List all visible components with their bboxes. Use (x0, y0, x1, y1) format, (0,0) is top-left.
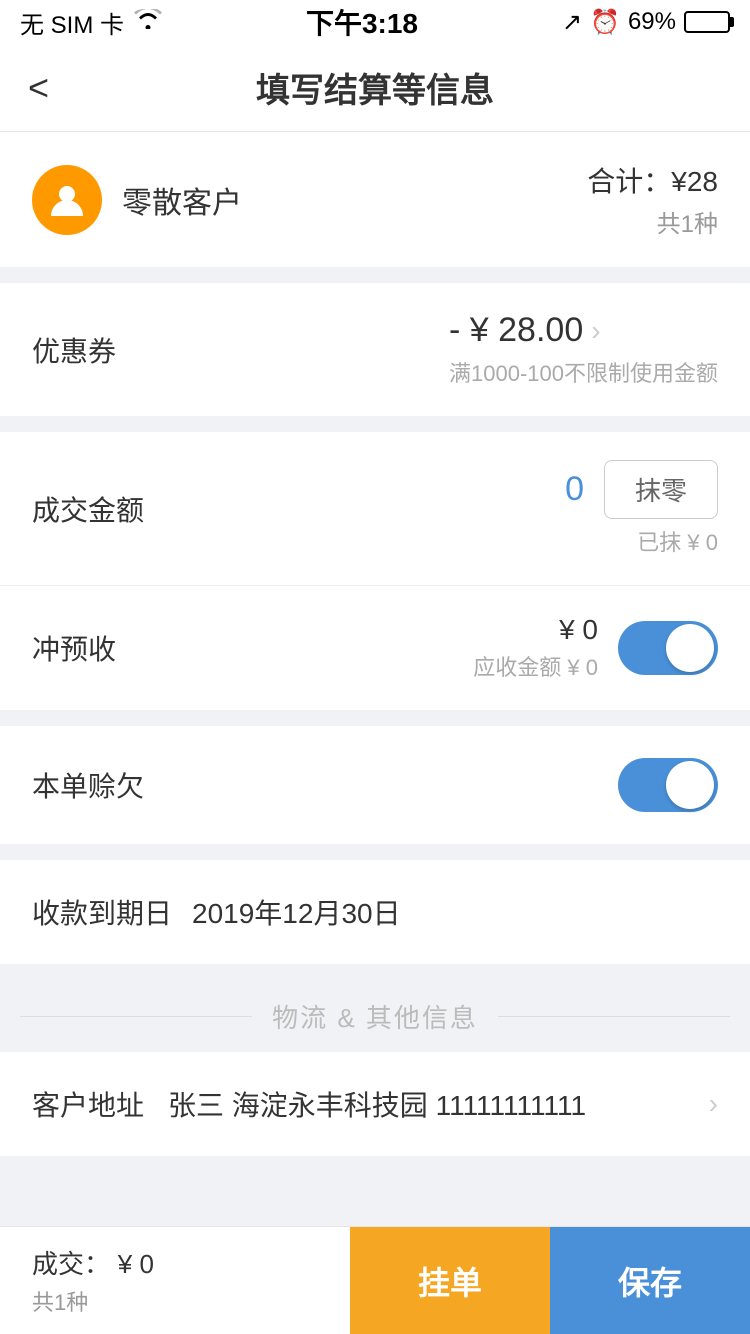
back-button[interactable]: < (28, 67, 49, 109)
coupon-right: - ¥ 28.00 › 满1000-100不限制使用金额 (449, 311, 718, 388)
precollect-label: 冲预收 (32, 628, 116, 668)
page-title: 填写结算等信息 (256, 63, 494, 112)
customer-name: 零散客户 (122, 178, 242, 222)
precollect-row: 冲预收 ¥ 0 应收金额 ¥ 0 (0, 586, 750, 710)
location-icon: ↗ (562, 8, 582, 37)
address-chevron: › (709, 1088, 718, 1120)
precollect-amount: ¥ 0 (473, 614, 598, 646)
address-section[interactable]: 客户地址 张三 海淀永丰科技园 11111111111 › (0, 1052, 750, 1156)
round-button[interactable]: 抹零 (604, 460, 718, 519)
customer-left: 零散客户 (32, 165, 242, 235)
precollect-right: ¥ 0 应收金额 ¥ 0 (473, 614, 718, 682)
no-sim-text: 无 SIM 卡 (20, 5, 124, 40)
hold-button[interactable]: 挂单 (350, 1227, 550, 1334)
battery-percent: 69% (628, 8, 676, 36)
duedate-value: 2019年12月30日 (192, 892, 401, 932)
deal-amount-label: 成交金额 (32, 489, 144, 529)
customer-section: 零散客户 合计：¥28 共1种 (0, 132, 750, 267)
bottom-summary: 成交： ¥ 0 共1种 (0, 1244, 350, 1317)
divider-left (20, 1016, 252, 1017)
debt-toggle[interactable] (618, 758, 718, 812)
duedate-label: 收款到期日 (32, 892, 172, 932)
toggle-knob (666, 624, 714, 672)
address-value: 张三 海淀永丰科技园 11111111111 (168, 1084, 709, 1124)
person-icon (47, 180, 87, 220)
alarm-icon: ⏰ (590, 8, 620, 37)
bottom-bar: 成交： ¥ 0 共1种 挂单 保存 (0, 1226, 750, 1334)
precollect-toggle[interactable] (618, 621, 718, 675)
deal-amount-sub: 已抹 ¥ 0 (637, 525, 718, 557)
coupon-section[interactable]: 优惠券 - ¥ 28.00 › 满1000-100不限制使用金额 (0, 283, 750, 416)
customer-right: 合计：¥28 共1种 (587, 160, 718, 239)
duedate-section: 收款到期日 2019年12月30日 (0, 860, 750, 964)
coupon-chevron: › (591, 315, 600, 347)
coupon-desc: 满1000-100不限制使用金额 (449, 356, 718, 388)
address-label: 客户地址 (32, 1084, 144, 1124)
nav-bar: < 填写结算等信息 (0, 44, 750, 132)
logistics-section: 物流 & 其他信息 (0, 980, 750, 1052)
customer-avatar (32, 165, 102, 235)
main-content: 零散客户 合计：¥28 共1种 优惠券 - ¥ 28.00 › 满1000-10… (0, 132, 750, 1276)
customer-total: 合计：¥28 (587, 160, 718, 200)
deal-amount-right: 0 抹零 (565, 460, 718, 519)
precollect-sub: 应收金额 ¥ 0 (473, 650, 598, 682)
status-left: 无 SIM 卡 (20, 5, 162, 40)
bottom-deal-amount: ¥ 0 (118, 1249, 154, 1279)
coupon-label: 优惠券 (32, 330, 116, 370)
wifi-icon (134, 8, 162, 36)
status-time: 下午3:18 (306, 2, 418, 42)
bottom-deal-row: 成交： ¥ 0 (32, 1244, 318, 1281)
status-bar: 无 SIM 卡 下午3:18 ↗ ⏰ 69% (0, 0, 750, 44)
duedate-row: 收款到期日 2019年12月30日 (32, 892, 718, 932)
divider-right (498, 1016, 730, 1017)
bottom-deal-label: 成交： (32, 1249, 110, 1279)
deal-amount-value: 0 (565, 470, 584, 509)
deal-amount-row: 成交金额 0 抹零 已抹 ¥ 0 (0, 432, 750, 586)
bottom-count: 共1种 (32, 1285, 318, 1317)
battery-icon (684, 11, 730, 33)
bottom-actions: 挂单 保存 (350, 1227, 750, 1334)
amount-section: 成交金额 0 抹零 已抹 ¥ 0 冲预收 ¥ 0 应收金额 ¥ 0 (0, 432, 750, 710)
logistics-label: 物流 & 其他信息 (272, 998, 478, 1035)
customer-count: 共1种 (587, 204, 718, 239)
precollect-values: ¥ 0 应收金额 ¥ 0 (473, 614, 598, 682)
debt-toggle-knob (666, 761, 714, 809)
save-button[interactable]: 保存 (550, 1227, 750, 1334)
coupon-amount: - ¥ 28.00 (449, 311, 583, 350)
status-right: ↗ ⏰ 69% (562, 8, 730, 37)
debt-section: 本单赊欠 (0, 726, 750, 844)
debt-label: 本单赊欠 (32, 765, 144, 805)
